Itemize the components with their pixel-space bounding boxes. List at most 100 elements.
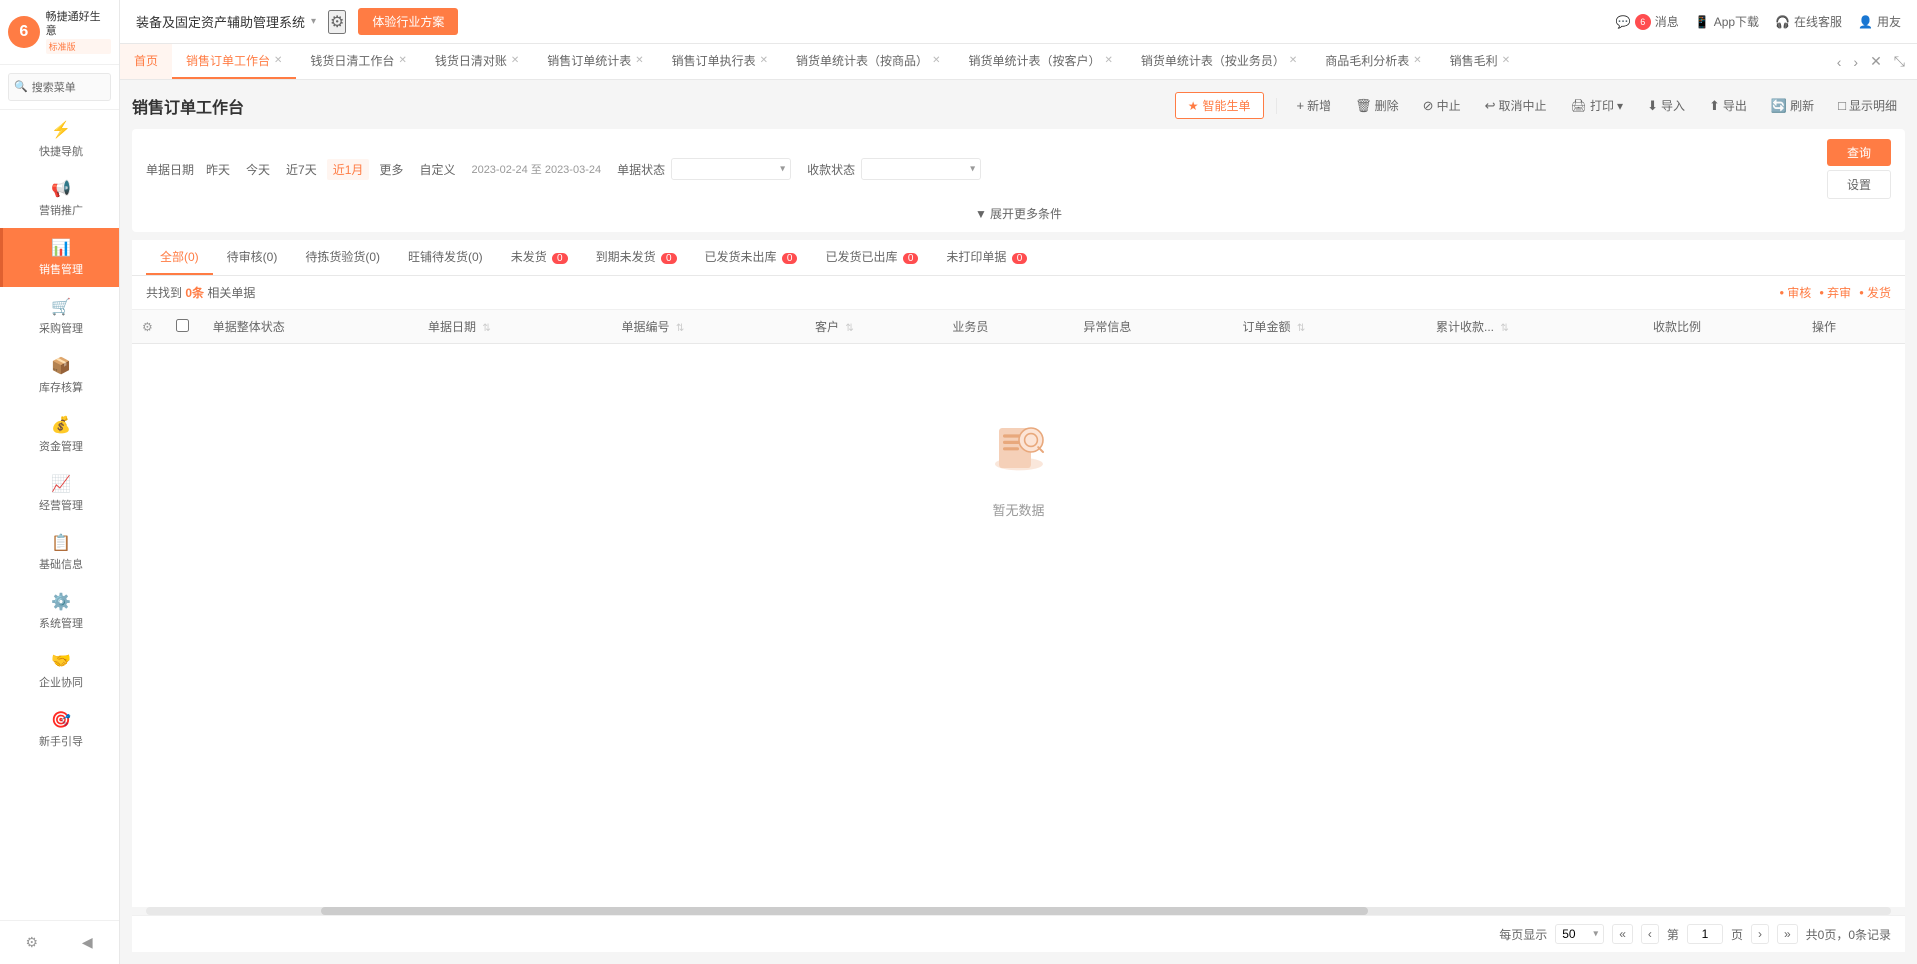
cancel-stop-button[interactable]: ↩ 取消中止 [1477, 93, 1555, 118]
collected-sort-icon[interactable]: ⇅ [1500, 323, 1508, 334]
tab-close-daily-cash[interactable]: ✕ [398, 55, 406, 66]
tab-sales-profit[interactable]: 销售毛利 ✕ [1436, 44, 1524, 79]
expand-conditions-button[interactable]: ▼ 展开更多条件 [975, 205, 1062, 222]
sidebar-item-sales[interactable]: 📊 销售管理 [0, 228, 119, 287]
sidebar-item-marketing[interactable]: 📢 营销推广 [0, 169, 119, 228]
tab-close-cash-reconcile[interactable]: ✕ [511, 55, 519, 66]
sidebar-search-area[interactable]: 🔍 搜索菜单 [0, 65, 119, 110]
tab-sales-workbench[interactable]: 销售订单工作台 ✕ [172, 44, 296, 79]
search-menu-button[interactable]: 🔍 搜索菜单 [8, 73, 111, 101]
stop-button[interactable]: ⊘ 中止 [1415, 93, 1469, 118]
tab-home[interactable]: 首页 [120, 44, 172, 79]
sidebar-settings-button[interactable]: ⚙ [8, 929, 56, 956]
more-btn[interactable]: 更多 [373, 159, 409, 180]
sidebar-item-inventory[interactable]: 📦 库存核算 [0, 346, 119, 405]
date-sort-icon[interactable]: ⇅ [482, 323, 490, 334]
next-page-btn[interactable]: › [1751, 924, 1769, 944]
sub-tab-not-printed[interactable]: 未打印单据 0 [932, 240, 1041, 275]
review-action-btn[interactable]: 审核 [1779, 284, 1811, 301]
smart-create-button[interactable]: ★ 智能生单 [1175, 92, 1264, 119]
tab-close-sales-stats[interactable]: ✕ [635, 55, 643, 66]
tab-maximize[interactable]: ⤡ [1890, 51, 1909, 72]
tab-nav-prev[interactable]: ‹ [1833, 52, 1846, 72]
tab-sales-staff[interactable]: 销货单统计表（按业务员） ✕ [1127, 44, 1311, 79]
payment-select[interactable] [861, 158, 981, 180]
tab-close-sales-workbench[interactable]: ✕ [274, 55, 282, 66]
ship-action-btn[interactable]: 发货 [1859, 284, 1891, 301]
message-item[interactable]: 💬 6 消息 [1616, 13, 1679, 30]
tab-close-sales-customer[interactable]: ✕ [1104, 55, 1112, 66]
last-page-btn[interactable]: » [1777, 924, 1798, 944]
user-icon: 👤 [1858, 15, 1873, 29]
first-page-btn[interactable]: « [1612, 924, 1633, 944]
show-detail-button[interactable]: □ 显示明细 [1830, 93, 1905, 118]
sidebar-item-collab[interactable]: 🤝 企业协同 [0, 641, 119, 700]
tab-close-current[interactable]: ✕ [1866, 51, 1886, 72]
sub-tab-shipped-not-out[interactable]: 已发货未出库 0 [691, 240, 812, 275]
col-settings[interactable]: ⚙ [132, 310, 163, 344]
sub-tab-all[interactable]: 全部(0) [146, 240, 213, 275]
tab-sales-exec[interactable]: 销售订单执行表 ✕ [658, 44, 782, 79]
tab-cash-reconcile[interactable]: 钱货日清对账 ✕ [421, 44, 533, 79]
amount-sort-icon[interactable]: ⇅ [1297, 323, 1305, 334]
sub-tab-shipped-out[interactable]: 已发货已出库 0 [811, 240, 932, 275]
table-container: ⚙ 单据整体状态 单据日期 ⇅ [132, 310, 1905, 907]
prev-page-btn[interactable]: ‹ [1641, 924, 1659, 944]
sub-tab-pending-review[interactable]: 待审核(0) [213, 240, 292, 275]
last7-btn[interactable]: 近7天 [280, 159, 323, 180]
sidebar-item-finance[interactable]: 💰 资金管理 [0, 405, 119, 464]
tab-sales-stats[interactable]: 销售订单统计表 ✕ [533, 44, 657, 79]
print-dropdown-icon[interactable]: ▾ [1617, 99, 1623, 113]
horizontal-scrollbar[interactable] [132, 907, 1905, 915]
page-size-select[interactable]: 50 20 100 [1555, 924, 1604, 944]
online-service-item[interactable]: 🎧 在线客服 [1775, 13, 1842, 30]
tab-daily-cash[interactable]: 钱货日清工作台 ✕ [296, 44, 420, 79]
custom-btn[interactable]: 自定义 [413, 159, 461, 180]
sub-tab-wangpu[interactable]: 旺铺待发货(0) [394, 240, 497, 275]
tab-sales-product[interactable]: 销货单统计表（按商品） ✕ [782, 44, 954, 79]
delete-button[interactable]: 🗑 删除 [1347, 93, 1407, 118]
sub-tab-pending-inspect[interactable]: 待拣货验货(0) [291, 240, 394, 275]
sub-tab-not-shipped[interactable]: 未发货 0 [497, 240, 582, 275]
expand-icon: ▼ [975, 207, 987, 221]
sidebar-item-quick-nav[interactable]: ⚡ 快捷导航 [0, 110, 119, 169]
sidebar-item-guide[interactable]: 🎯 新手引导 [0, 700, 119, 759]
today-btn[interactable]: 今天 [240, 159, 276, 180]
tab-sales-customer[interactable]: 销货单统计表（按客户） ✕ [954, 44, 1126, 79]
user-item[interactable]: 👤 用友 [1858, 13, 1901, 30]
cancel-review-action-btn[interactable]: 弃审 [1819, 284, 1851, 301]
tab-close-sales-profit[interactable]: ✕ [1502, 55, 1510, 66]
print-button[interactable]: 🖨 打印 ▾ [1563, 93, 1632, 118]
tab-close-sales-product[interactable]: ✕ [932, 55, 940, 66]
tab-close-margin[interactable]: ✕ [1413, 55, 1421, 66]
tab-close-sales-staff[interactable]: ✕ [1289, 55, 1297, 66]
yesterday-btn[interactable]: 昨天 [200, 159, 236, 180]
sidebar-item-operations[interactable]: 📈 经营管理 [0, 464, 119, 523]
number-sort-icon[interactable]: ⇅ [676, 323, 684, 334]
table-area: 全部(0) 待审核(0) 待拣货验货(0) 旺铺待发货(0) 未发货 0 [132, 240, 1905, 952]
title-dropdown-arrow[interactable]: ▾ [311, 16, 316, 27]
export-button[interactable]: ⬆ 导出 [1701, 93, 1755, 118]
tab-close-sales-exec[interactable]: ✕ [760, 55, 768, 66]
select-all-checkbox[interactable] [176, 319, 189, 332]
sidebar-item-purchase[interactable]: 🛒 采购管理 [0, 287, 119, 346]
status-select[interactable] [671, 158, 791, 180]
page-number-input[interactable] [1687, 924, 1723, 944]
import-button[interactable]: ⬇ 导入 [1639, 93, 1693, 118]
tab-margin[interactable]: 商品毛利分析表 ✕ [1311, 44, 1435, 79]
sub-tab-expired[interactable]: 到期未发货 0 [582, 240, 691, 275]
app-download-item[interactable]: 📱 App下载 [1695, 13, 1759, 30]
experience-btn[interactable]: 体验行业方案 [358, 8, 458, 35]
topbar-settings-button[interactable]: ⚙ [328, 10, 346, 34]
last1m-btn[interactable]: 近1月 [327, 159, 370, 180]
sidebar-collapse-button[interactable]: ◀ [64, 929, 112, 956]
settings-button[interactable]: 设置 [1827, 170, 1891, 199]
query-button[interactable]: 查询 [1827, 139, 1891, 166]
add-button[interactable]: + 新增 [1289, 93, 1340, 118]
customer-sort-icon[interactable]: ⇅ [845, 323, 853, 334]
scrollbar-thumb[interactable] [321, 907, 1368, 915]
sidebar-item-system[interactable]: ⚙️ 系统管理 [0, 582, 119, 641]
sidebar-item-basic[interactable]: 📋 基础信息 [0, 523, 119, 582]
refresh-button[interactable]: 🔄 刷新 [1763, 93, 1822, 118]
tab-nav-next[interactable]: › [1849, 52, 1862, 72]
